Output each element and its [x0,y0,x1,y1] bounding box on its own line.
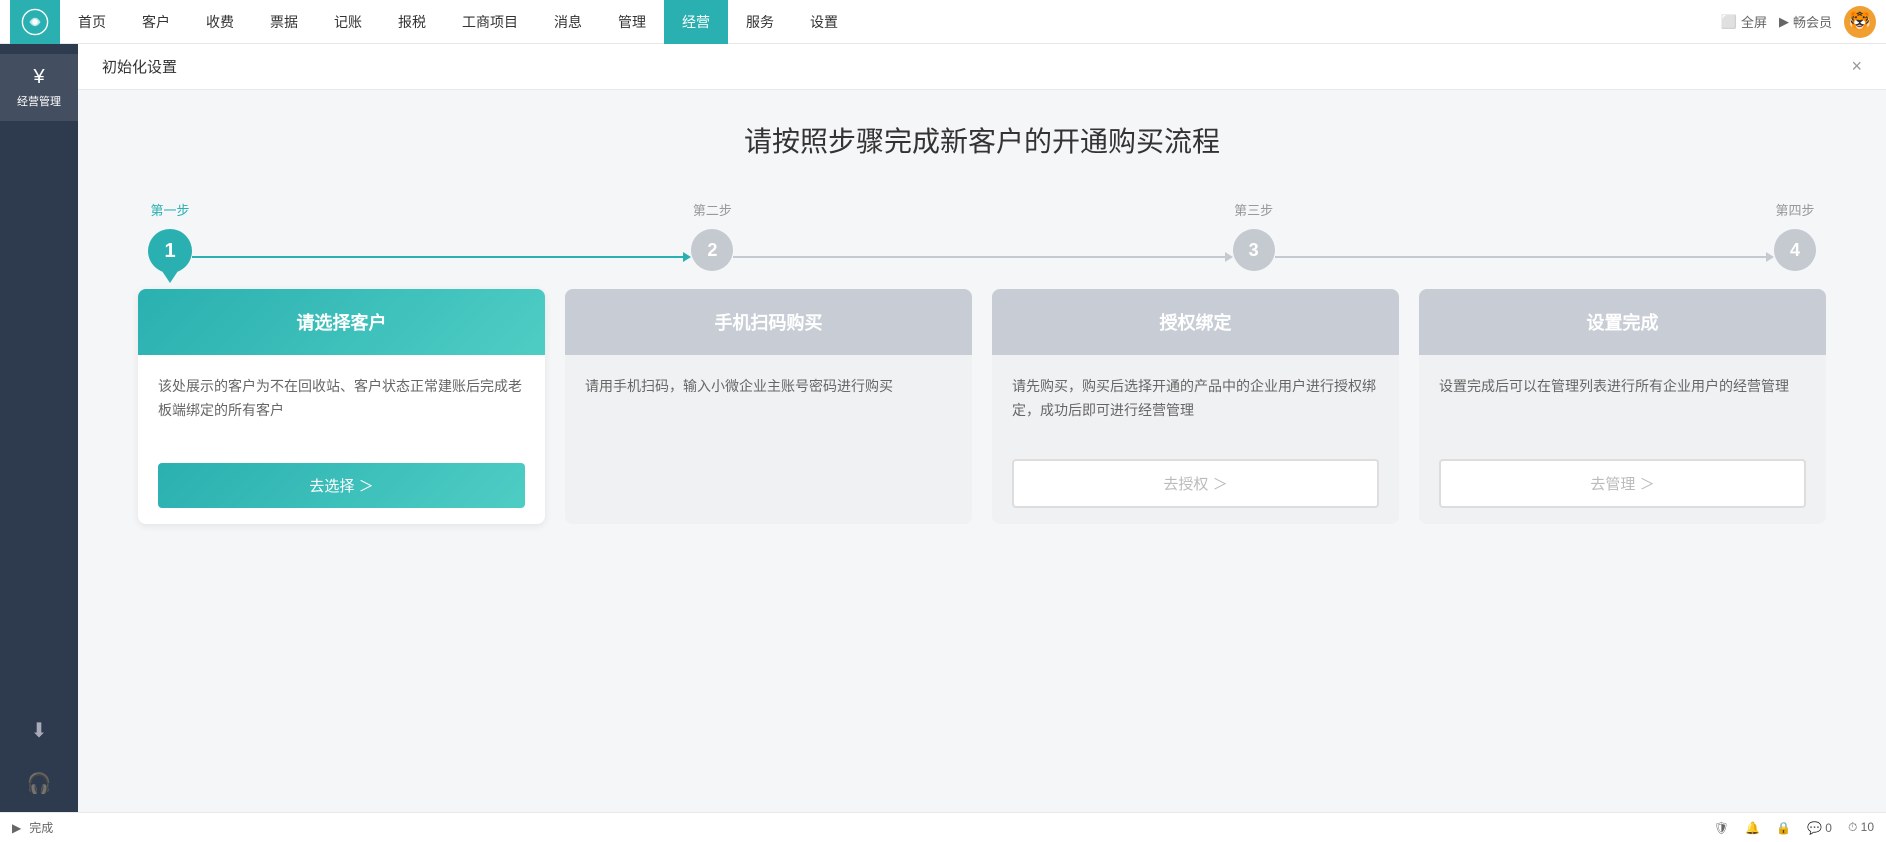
step-1-number: 1 [164,240,175,263]
card-1-body: 该处展示的客户为不在回收站、客户状态正常建账后完成老板端绑定的所有客户 [138,355,545,447]
sidebar-label: 经营管理 [17,93,61,109]
go-authorize-button[interactable]: 去授权 ＞ [1012,459,1379,508]
shield-icon: 🛡 [1714,821,1729,835]
avatar[interactable]: 🐯 [1844,6,1876,38]
card-3: 授权绑定 请先购买，购买后选择开通的产品中的企业用户进行授权绑定，成功后即可进行… [992,289,1399,524]
card-2-header: 手机扫码购买 [565,289,972,355]
step-2-number: 2 [707,240,717,261]
card-4-footer: 去管理 ＞ [1419,443,1826,524]
card-2-footer [565,492,972,524]
fullscreen-btn[interactable]: ⬜ 全屏 [1721,12,1767,31]
step-2-label: 第二步 [693,200,732,219]
go-manage-button[interactable]: 去管理 ＞ [1439,459,1806,508]
nav-service[interactable]: 服务 [728,0,792,44]
nav-tax[interactable]: 报税 [380,0,444,44]
step-3-label: 第三步 [1234,200,1273,219]
arrow-1 [192,252,691,262]
arrowhead-3 [1766,252,1774,262]
vip-btn[interactable]: ▶ 畅会员 [1779,12,1832,31]
nav-message[interactable]: 消息 [536,0,600,44]
step-4-number: 4 [1790,240,1800,261]
lock-icon: 🔒 [1776,821,1791,835]
card-4: 设置完成 设置完成后可以在管理列表进行所有企业用户的经营管理 去管理 ＞ [1419,289,1826,524]
step-2-col: 第二步 2 [691,200,733,271]
card-3-footer: 去授权 ＞ [992,443,1399,524]
nav-business[interactable]: 工商项目 [444,0,536,44]
step-3-col: 第三步 3 [1233,200,1275,271]
card-2: 手机扫码购买 请用手机扫码，输入小微企业主账号密码进行购买 [565,289,972,524]
step-3-circle: 3 [1233,229,1275,271]
card-1-header: 请选择客户 [138,289,545,355]
go-select-button[interactable]: 去选择 ＞ [158,463,525,508]
yuan-icon: ¥ [33,66,44,89]
steps-timeline: 第一步 1 第二步 2 [118,200,1846,273]
close-button[interactable]: × [1851,56,1862,77]
sidebar: ¥ 经营管理 ⬇ 🎧 [0,44,78,812]
card-4-header: 设置完成 [1419,289,1826,355]
nav-operation[interactable]: 经营 [664,0,728,44]
cards-row: 请选择客户 该处展示的客户为不在回收站、客户状态正常建账后完成老板端绑定的所有客… [118,289,1846,524]
line-1 [192,256,683,258]
setup-heading: 请按照步骤完成新客户的开通购买流程 [118,120,1846,160]
status-bar-right: 🛡 🔔 🔒 💬 0 ⏱ 10 [1714,820,1874,835]
line-2 [733,256,1224,258]
card-2-body: 请用手机扫码，输入小微企业主账号密码进行购买 [565,355,972,492]
nav-account[interactable]: 记账 [316,0,380,44]
step-4-circle: 4 [1774,229,1816,271]
arrow-2 [733,252,1232,262]
card-3-header: 授权绑定 [992,289,1399,355]
step-1-pin: 1 [148,229,192,273]
card-1: 请选择客户 该处展示的客户为不在回收站、客户状态正常建账后完成老板端绑定的所有客… [138,289,545,524]
nav-items: 首页 客户 收费 票据 记账 报税 工商项目 消息 管理 经营 服务 设置 [60,0,1721,44]
chat-count: 💬 0 [1807,821,1832,835]
card-4-body: 设置完成后可以在管理列表进行所有企业用户的经营管理 [1419,355,1826,443]
sidebar-item-operation[interactable]: ¥ 经营管理 [0,54,78,121]
top-navigation: 首页 客户 收费 票据 记账 报税 工商项目 消息 管理 经营 服务 设置 ⬜ … [0,0,1886,44]
logo [10,0,60,44]
card-1-footer: 去选择 ＞ [138,447,545,524]
step-4-label: 第四步 [1775,200,1814,219]
nav-home[interactable]: 首页 [60,0,124,44]
nav-invoice[interactable]: 票据 [252,0,316,44]
step-2-circle: 2 [691,229,733,271]
sidebar-support[interactable]: 🎧 [27,759,52,812]
step-3-number: 3 [1249,240,1259,261]
arrow-3 [1275,252,1774,262]
play-icon: ▶ [1779,14,1789,30]
nav-settings[interactable]: 设置 [792,0,856,44]
step-1-label: 第一步 [150,200,189,219]
nav-right: ⬜ 全屏 ▶ 畅会员 🐯 [1721,6,1876,38]
line-3 [1275,256,1766,258]
download-icon: ⬇ [31,718,48,743]
card-3-body: 请先购买，购买后选择开通的产品中的企业用户进行授权绑定，成功后即可进行经营管理 [992,355,1399,443]
fullscreen-icon: ⬜ [1721,14,1737,30]
timer: ⏱ 10 [1848,820,1874,835]
nav-fee[interactable]: 收费 [188,0,252,44]
bell-icon: 🔔 [1745,821,1760,835]
step-1-circle: 1 [148,229,192,273]
step-1-col: 第一步 1 [148,200,192,273]
arrowhead-1 [683,252,691,262]
status-bar: ▶ 完成 🛡 🔔 🔒 💬 0 ⏱ 10 [0,812,1886,842]
arrowhead-2 [1225,252,1233,262]
play-icon: ▶ [12,821,21,835]
nav-customer[interactable]: 客户 [124,0,188,44]
headset-icon: 🎧 [27,771,52,796]
setup-container: 请按照步骤完成新客户的开通购买流程 第一步 1 第二步 [78,90,1886,554]
nav-manage[interactable]: 管理 [600,0,664,44]
sidebar-bottom: ⬇ 🎧 [27,706,52,812]
status-text: 完成 [29,819,53,836]
sidebar-download[interactable]: ⬇ [27,706,52,759]
page-header: 初始化设置 × [78,44,1886,90]
page-title: 初始化设置 [102,56,177,77]
step-4-col: 第四步 4 [1774,200,1816,271]
main-content: 初始化设置 × 请按照步骤完成新客户的开通购买流程 第一步 1 [78,44,1886,812]
